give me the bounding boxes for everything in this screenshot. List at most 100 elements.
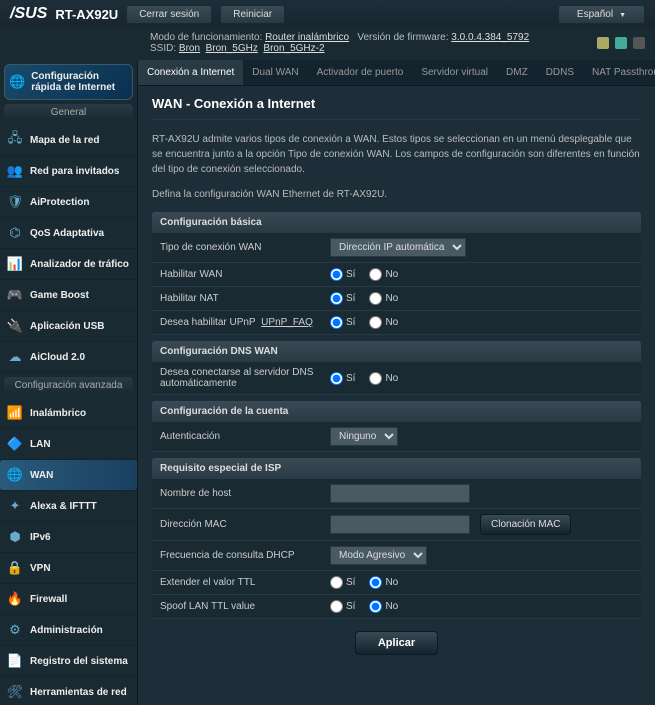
- shield-icon: 🛡: [6, 193, 24, 211]
- sidebar-item-aiprotect[interactable]: 🛡AiProtection: [0, 187, 137, 218]
- sidebar-item-firewall[interactable]: 🔥Firewall: [0, 584, 137, 615]
- apply-button[interactable]: Aplicar: [355, 631, 438, 655]
- sidebar-item-nettools[interactable]: 🛠 Herramientas de red: [0, 677, 137, 705]
- select-wan-type[interactable]: Dirección IP automática: [330, 238, 466, 257]
- mode-value[interactable]: Router inalámbrico: [265, 32, 349, 43]
- radio-nat-no[interactable]: [369, 292, 382, 305]
- sidebar-item-alexa[interactable]: ✦ Alexa & IFTTT: [0, 491, 137, 522]
- radio-ttls-no[interactable]: [369, 600, 382, 613]
- usb-icon: 🔌: [6, 317, 24, 335]
- label-enable-upnp: Desea habilitar UPnP: [160, 317, 256, 328]
- radio-label: Sí: [346, 373, 355, 384]
- radio-upnp-yes[interactable]: [330, 316, 343, 329]
- brand-logo: /SUS: [10, 5, 47, 23]
- tab-nat[interactable]: NAT Passthrough: [583, 60, 655, 85]
- sidebar-item-gameboost[interactable]: 🎮Game Boost: [0, 280, 137, 311]
- sidebar-item-qos[interactable]: ⌬QoS Adaptativa: [0, 218, 137, 249]
- fw-label: Versión de firmware:: [357, 32, 448, 43]
- general-header: General: [4, 104, 133, 121]
- label-wan-type: Tipo de conexión WAN: [160, 242, 330, 253]
- sidebar-item-wan[interactable]: 🌐WAN: [0, 460, 137, 491]
- tab-internet[interactable]: Conexión a Internet: [138, 60, 243, 85]
- sidebar-item-lan[interactable]: 🔷LAN: [0, 429, 137, 460]
- radio-wan-yes[interactable]: [330, 268, 343, 281]
- sidebar-item-vpn[interactable]: 🔒 VPN: [0, 553, 137, 584]
- radio-nat-yes[interactable]: [330, 292, 343, 305]
- sidebar-item-label: Alexa & IFTTT: [30, 501, 97, 512]
- status-icon-2[interactable]: [615, 37, 627, 49]
- sidebar-item-label: Aplicación USB: [30, 321, 104, 332]
- alexa-icon: ✦: [6, 497, 24, 515]
- radio-dns-yes[interactable]: [330, 372, 343, 385]
- label-ttl-ext: Extender el valor TTL: [160, 577, 330, 588]
- usb-icon[interactable]: [633, 37, 645, 49]
- page-desc-2: Defina la configuración WAN Ethernet de …: [152, 187, 641, 202]
- sidebar-item-syslog[interactable]: 📄Registro del sistema: [0, 646, 137, 677]
- sidebar-item-label: Inalámbrico: [30, 408, 86, 419]
- logout-button[interactable]: Cerrar sesión: [126, 5, 212, 24]
- page-desc-1: RT-AX92U admite varios tipos de conexión…: [152, 132, 641, 177]
- reboot-button[interactable]: Reiniciar: [220, 5, 285, 24]
- status-icon-1[interactable]: [597, 37, 609, 49]
- sidebar-item-guest[interactable]: 👥Red para invitados: [0, 156, 137, 187]
- sidebar-item-traffic[interactable]: 📊Analizador de tráfico: [0, 249, 137, 280]
- vpn-icon: 🔒: [6, 559, 24, 577]
- radio-label: No: [385, 373, 398, 384]
- sidebar-item-label: Firewall: [30, 594, 67, 605]
- label-dhcp-freq: Frecuencia de consulta DHCP: [160, 550, 330, 561]
- radio-ttle-yes[interactable]: [330, 576, 343, 589]
- tools-icon: 🛠: [6, 683, 24, 701]
- wan-icon: 🌐: [6, 466, 24, 484]
- log-icon: 📄: [6, 652, 24, 670]
- ssid-1[interactable]: Bron: [179, 43, 200, 54]
- ssid-2[interactable]: Bron_5GHz: [206, 43, 258, 54]
- label-mac: Dirección MAC: [160, 519, 330, 530]
- sidebar-item-label: VPN: [30, 563, 51, 574]
- tab-dmz[interactable]: DMZ: [497, 60, 537, 85]
- network-icon: 🖧: [6, 131, 24, 149]
- section-isp: Requisito especial de ISP: [152, 458, 641, 479]
- radio-label: Sí: [346, 601, 355, 612]
- radio-ttls-yes[interactable]: [330, 600, 343, 613]
- tab-port-trigger[interactable]: Activador de puerto: [308, 60, 413, 85]
- sidebar-item-ipv6[interactable]: ⬢IPv6: [0, 522, 137, 553]
- select-auth[interactable]: Ninguno: [330, 427, 398, 446]
- input-mac[interactable]: [330, 515, 470, 534]
- sidebar-item-label: Administración: [30, 625, 103, 636]
- language-selector[interactable]: Español: [558, 5, 645, 24]
- input-hostname[interactable]: [330, 484, 470, 503]
- sidebar-item-label: Mapa de la red: [30, 135, 99, 146]
- sidebar-item-netmap[interactable]: 🖧 Mapa de la red: [0, 125, 137, 156]
- section-dns: Configuración DNS WAN: [152, 341, 641, 362]
- fw-value[interactable]: 3.0.0.4.384_5792: [451, 32, 529, 43]
- sidebar-item-usb[interactable]: 🔌 Aplicación USB: [0, 311, 137, 342]
- tab-dualwan[interactable]: Dual WAN: [243, 60, 307, 85]
- tab-virtual-server[interactable]: Servidor virtual: [412, 60, 497, 85]
- quick-setup-button[interactable]: 🌐 Configuración rápida de Internet: [4, 64, 133, 100]
- model-name: RT-AX92U: [55, 7, 118, 22]
- select-dhcp-freq[interactable]: Modo Agresivo: [330, 546, 427, 565]
- ssid-3[interactable]: Bron_5GHz-2: [263, 43, 324, 54]
- admin-icon: ⚙: [6, 621, 24, 639]
- sidebar-item-wireless[interactable]: 📶Inalámbrico: [0, 398, 137, 429]
- sidebar-item-aicloud[interactable]: ☁AiCloud 2.0: [0, 342, 137, 373]
- upnp-faq-link[interactable]: UPnP_FAQ: [261, 317, 313, 328]
- info-bar: Modo de funcionamiento: Router inalámbri…: [0, 28, 655, 60]
- globe-icon: 🌐: [9, 73, 25, 91]
- sidebar-item-admin[interactable]: ⚙ Administración: [0, 615, 137, 646]
- tab-ddns[interactable]: DDNS: [537, 60, 583, 85]
- sidebar-item-label: Herramientas de red: [30, 687, 127, 698]
- sidebar: 🌐 Configuración rápida de Internet Gener…: [0, 60, 138, 705]
- radio-wan-no[interactable]: [369, 268, 382, 281]
- radio-label: Sí: [346, 269, 355, 280]
- ipv6-icon: ⬢: [6, 528, 24, 546]
- radio-upnp-no[interactable]: [369, 316, 382, 329]
- radio-label: No: [385, 577, 398, 588]
- mode-label: Modo de funcionamiento:: [150, 32, 262, 43]
- radio-label: No: [385, 317, 398, 328]
- label-auth: Autenticación: [160, 431, 330, 442]
- radio-dns-no[interactable]: [369, 372, 382, 385]
- section-account: Configuración de la cuenta: [152, 401, 641, 422]
- radio-ttle-no[interactable]: [369, 576, 382, 589]
- mac-clone-button[interactable]: Clonación MAC: [480, 514, 571, 535]
